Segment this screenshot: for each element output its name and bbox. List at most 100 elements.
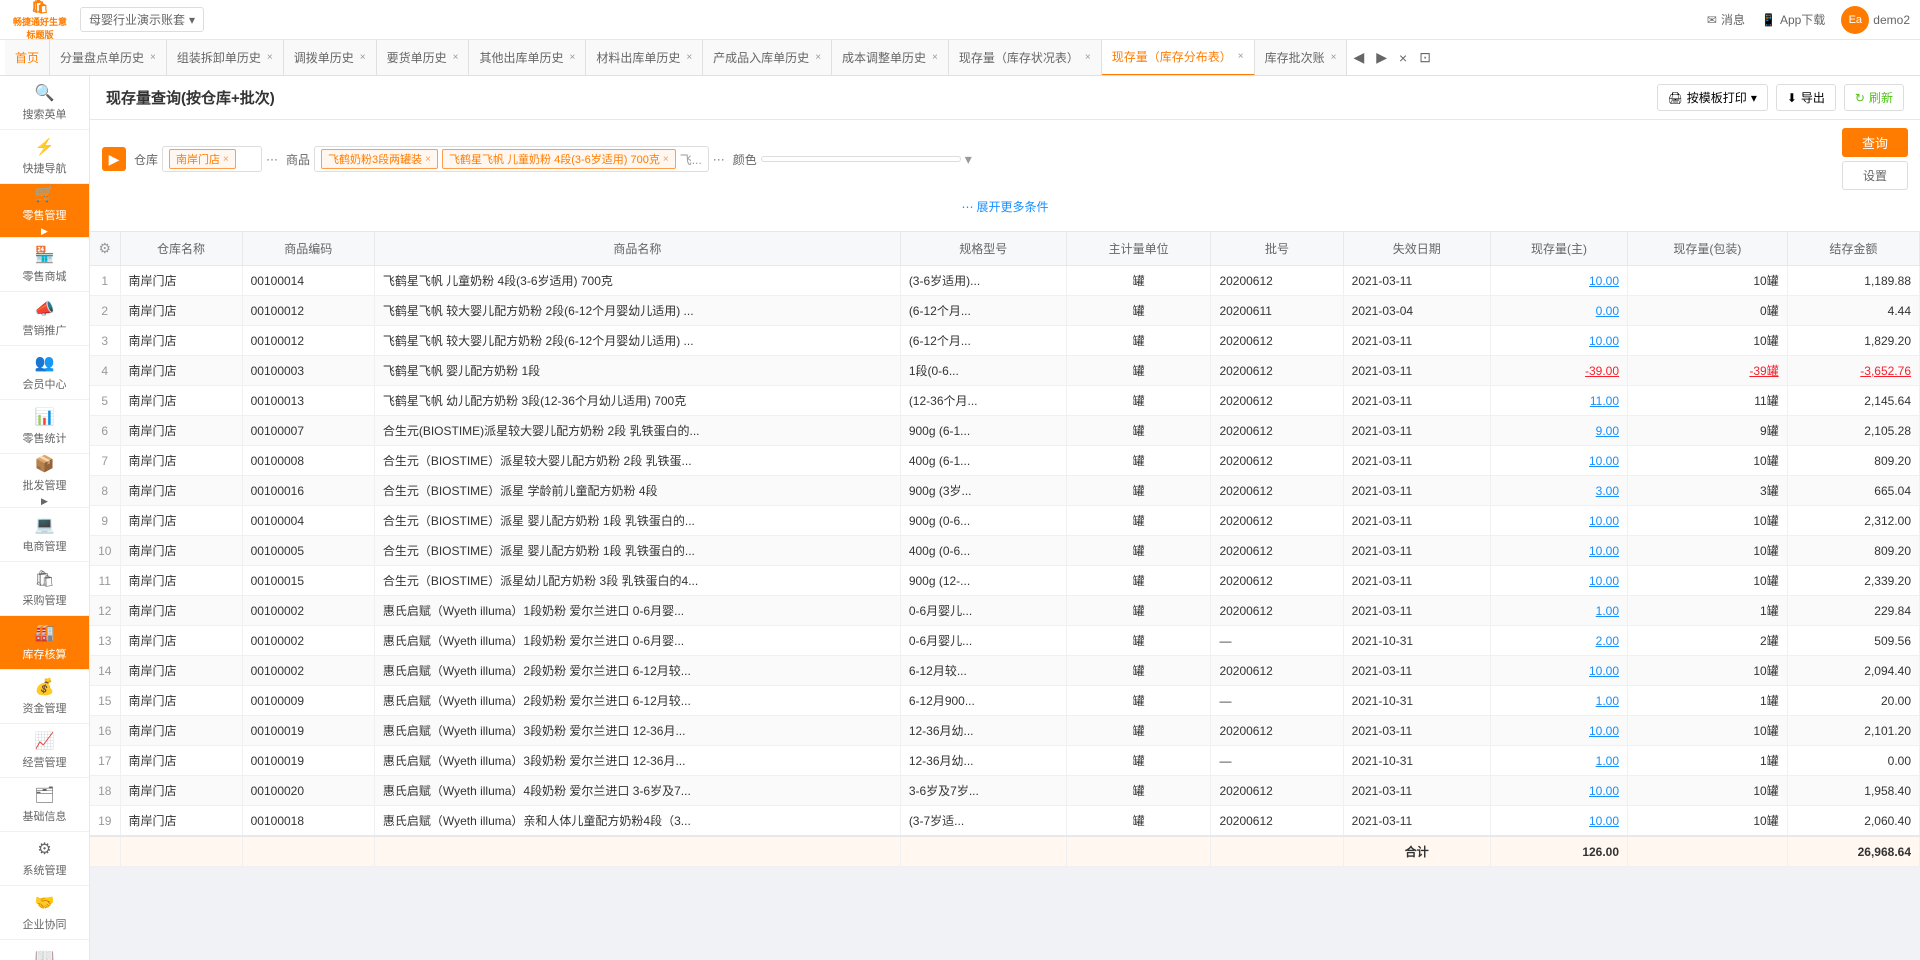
tab-home[interactable]: 首页 [5,40,50,76]
row-qty-main[interactable]: 10.00 [1490,566,1627,596]
sidebar-item-stock[interactable]: 🏭 库存核算 [0,616,89,670]
sidebar-item-purchase[interactable]: 🛍 采购管理 [0,562,89,616]
tab-split[interactable]: 分量盘点单历史 × [50,40,167,76]
tab-close-disassemble[interactable]: × [267,52,273,63]
tab-close-stock-status[interactable]: × [1085,52,1091,63]
row-spec: 3-6岁及7岁... [900,776,1066,806]
account-selector[interactable]: 母婴行业演示账套 ▾ [80,7,204,32]
product-ellipsis[interactable]: ··· [713,152,725,166]
product-tag-2[interactable]: 飞鹤星飞帆 儿童奶粉 4段(3-6岁适用) 700克 × [442,149,676,169]
row-batch: 20200612 [1211,596,1343,626]
row-qty-main[interactable]: 3.00 [1490,476,1627,506]
stats-icon: 📊 [35,407,55,427]
tab-close-current[interactable]: × [1393,50,1413,66]
color-tag-group[interactable] [761,156,961,162]
sidebar-item-ecommerce[interactable]: 💻 电商管理 [0,508,89,562]
sidebar-item-basic[interactable]: 🗂 基础信息 [0,778,89,832]
settings-icon[interactable]: ⚙ [98,240,111,256]
row-qty-main[interactable]: 1.00 [1490,596,1627,626]
sidebar-item-nav[interactable]: ⚡ 快捷导航 [0,130,89,184]
table-row: 1 南岸门店 00100014 飞鹤星飞帆 儿童奶粉 4段(3-6岁适用) 70… [90,266,1920,296]
product-tag-more[interactable]: 飞... [680,151,702,168]
row-qty-main[interactable]: -39.00 [1490,356,1627,386]
row-qty-main[interactable]: 10.00 [1490,536,1627,566]
sidebar-item-finance[interactable]: 💰 资金管理 [0,670,89,724]
col-settings[interactable]: ⚙ [90,232,120,266]
tab-menu[interactable]: ⊡ [1413,49,1437,66]
tab-close-cost-adj[interactable]: × [932,52,938,63]
tab-material-out[interactable]: 材料出库单历史 × [586,40,703,76]
query-btn[interactable]: 查询 [1842,128,1908,157]
tab-other-out[interactable]: 其他出库单历史 × [469,40,586,76]
tab-product-in[interactable]: 产成品入库单历史 × [703,40,832,76]
row-qty-main[interactable]: 0.00 [1490,296,1627,326]
row-qty-main[interactable]: 10.00 [1490,326,1627,356]
tab-mix[interactable]: 调拨单历史 × [284,40,377,76]
refresh-label: 刷新 [1869,89,1893,106]
tab-nav-prev[interactable]: ◀ [1347,49,1370,66]
product-tag-1-close[interactable]: × [425,154,431,165]
row-qty-main[interactable]: 1.00 [1490,746,1627,776]
sidebar-item-retail-shop[interactable]: 🏪 零售商城 [0,238,89,292]
tab-cost-adj[interactable]: 成本调整单历史 × [832,40,949,76]
sidebar-item-member[interactable]: 👥 会员中心 [0,346,89,400]
sidebar-item-search[interactable]: 🔍 搜索英单 [0,76,89,130]
tab-batch[interactable]: 库存批次账 × [1255,40,1348,76]
row-qty-main[interactable]: 10.00 [1490,446,1627,476]
sidebar-item-retail[interactable]: 🛒 零售管理 ▶ [0,184,89,238]
tab-stock-status[interactable]: 现存量（库存状况表） × [949,40,1102,76]
tab-close-split[interactable]: × [150,52,156,63]
app-download-btn[interactable]: 📱 App下载 [1761,11,1825,28]
template-print-btn[interactable]: 🖨 按模板打印 ▾ [1657,84,1768,111]
sidebar-item-wholesale[interactable]: 📦 批发管理 ▶ [0,454,89,508]
color-dropdown[interactable]: ▾ [965,151,972,168]
row-qty-main[interactable]: 1.00 [1490,686,1627,716]
set-btn[interactable]: 设置 [1842,161,1908,190]
refresh-btn[interactable]: ↻ 刷新 [1844,84,1904,111]
tab-close-request[interactable]: × [453,52,459,63]
filter-expand-left[interactable]: ▶ [102,147,126,171]
row-qty-main[interactable]: 2.00 [1490,626,1627,656]
product-tag-2-close[interactable]: × [663,154,669,165]
row-qty-main[interactable]: 10.00 [1490,506,1627,536]
tab-close-mix[interactable]: × [360,52,366,63]
user-profile[interactable]: Ea demo2 [1841,6,1910,34]
tab-close-other-out[interactable]: × [569,52,575,63]
tab-stock-dist[interactable]: 现存量（库存分布表） × [1102,40,1255,76]
warehouse-tag-group[interactable]: 南岸门店 × [162,146,262,172]
row-qty-main[interactable]: 10.00 [1490,776,1627,806]
warehouse-tag-close[interactable]: × [223,154,229,165]
product-tag-group[interactable]: 飞鹤奶粉3段两罐装 × 飞鹤星飞帆 儿童奶粉 4段(3-6岁适用) 700克 ×… [314,146,709,172]
tab-close-batch[interactable]: × [1331,52,1337,63]
row-warehouse: 南岸门店 [120,686,242,716]
page-actions: 🖨 按模板打印 ▾ ⬇ 导出 ↻ 刷新 [1657,84,1904,111]
tab-close-product-in[interactable]: × [815,52,821,63]
row-qty-main[interactable]: 11.00 [1490,386,1627,416]
warehouse-ellipsis[interactable]: ··· [266,152,278,166]
row-batch: 20200612 [1211,536,1343,566]
row-qty-main[interactable]: 10.00 [1490,656,1627,686]
footer-label: 合计 [1343,836,1490,867]
tab-close-stock-dist[interactable]: × [1238,51,1244,62]
warehouse-tag[interactable]: 南岸门店 × [169,149,236,169]
sidebar-item-guide[interactable]: 📖 新手引导 [0,940,89,960]
sidebar-item-ops[interactable]: 📈 经营管理 [0,724,89,778]
row-num: 13 [90,626,120,656]
export-btn[interactable]: ⬇ 导出 [1776,84,1836,111]
row-qty-main[interactable]: 10.00 [1490,806,1627,837]
expand-more-btn[interactable]: ⋯ 展开更多条件 [961,198,1048,215]
sidebar-item-stats[interactable]: 📊 零售统计 [0,400,89,454]
tab-close-material-out[interactable]: × [686,52,692,63]
row-qty-main[interactable]: 10.00 [1490,266,1627,296]
sidebar-item-marketing[interactable]: 📣 营销推广 [0,292,89,346]
row-balance: 2,060.40 [1787,806,1919,837]
tab-request[interactable]: 要货单历史 × [377,40,470,76]
tab-nav-next[interactable]: ▶ [1370,49,1393,66]
product-tag-1[interactable]: 飞鹤奶粉3段两罐装 × [321,149,438,169]
row-qty-main[interactable]: 10.00 [1490,716,1627,746]
tab-disassemble[interactable]: 组装拆卸单历史 × [167,40,284,76]
row-qty-main[interactable]: 9.00 [1490,416,1627,446]
sidebar-item-system[interactable]: ⚙ 系统管理 [0,832,89,886]
message-btn[interactable]: ✉ 消息 [1707,11,1745,28]
sidebar-item-coop[interactable]: 🤝 企业协同 [0,886,89,940]
